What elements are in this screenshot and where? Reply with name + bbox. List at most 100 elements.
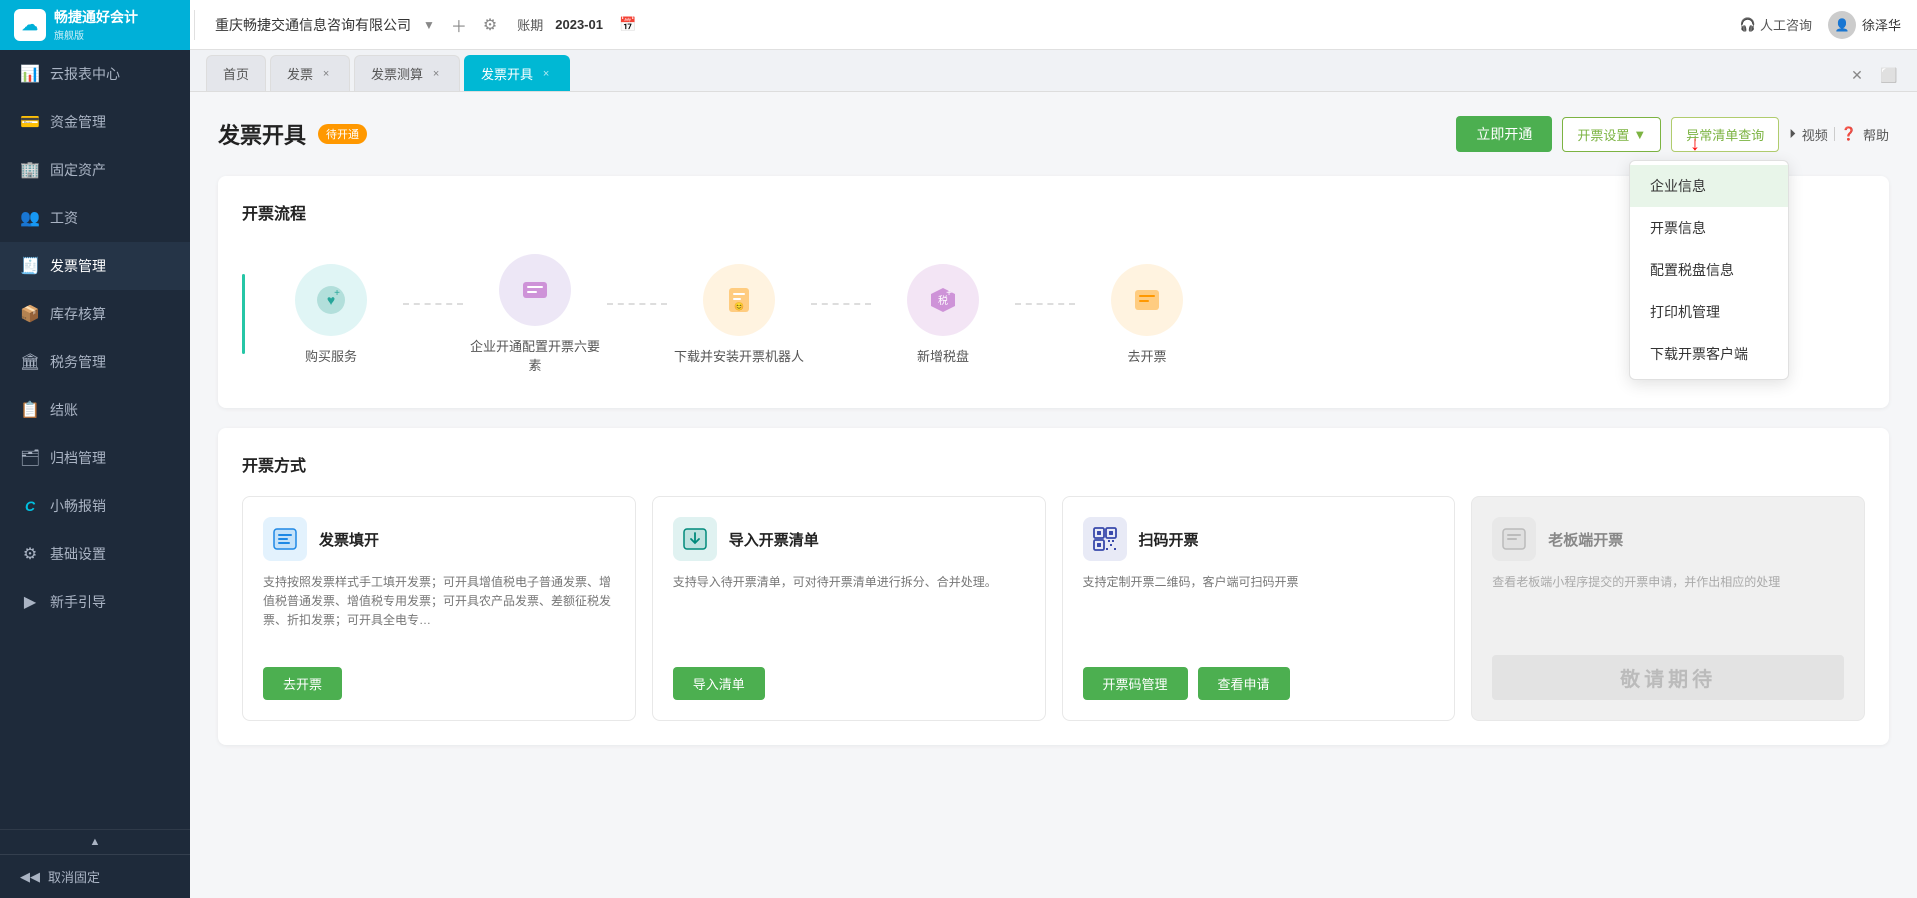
boss-overlay-text: 敬请期待 [1492,655,1844,700]
sidebar-bottom-cancel[interactable]: ◀◀ 取消固定 [0,854,190,898]
tab-home[interactable]: 首页 [206,55,266,91]
method-scan-btn2[interactable]: 查看申请 [1198,667,1290,700]
video-label: 视频 [1802,125,1828,144]
svg-text:+: + [946,288,952,299]
method-scan-btn1[interactable]: 开票码管理 [1083,667,1188,700]
red-arrow-indicator: ↓ [1690,133,1700,156]
dropdown-item-kaipiaoinfo[interactable]: 开票信息 [1630,207,1788,249]
flow-step-taxdisk-icon: 税 + [907,264,979,336]
sidebar-item-label: 税务管理 [50,352,106,372]
sidebar-item-guidang[interactable]: 🗂 归档管理 [0,434,190,482]
sidebar-item-label: 归档管理 [50,448,106,468]
flow-step-install-label: 下载并安装开票机器人 [674,346,804,365]
svg-text:+: + [334,288,340,299]
sidebar-item-label: 发票管理 [50,256,106,276]
tab-fapiaocesuan[interactable]: 发票测算 × [354,55,460,91]
settings-dropdown-menu: ↓ 企业信息 开票信息 配置税盘信息 [1629,160,1789,380]
divider [1834,127,1835,141]
flow-step-taxdisk: 税 + 新增税盘 [873,264,1013,365]
flow-step-config-icon [499,254,571,326]
shuiwu-icon: 🏛 [20,352,40,372]
maximize-window-btn[interactable]: ⬜ [1877,63,1901,87]
flow-step-invoice-label: 去开票 [1127,346,1166,365]
service-button[interactable]: 🎧 人工咨询 [1740,15,1812,34]
logo-sub: 旗舰版 [54,27,138,42]
period-label: 账期 [517,15,543,34]
sidebar-bottom-label: 取消固定 [48,867,100,886]
yunbao-icon: 📊 [20,64,40,84]
tab-fapiaokaiju[interactable]: 发票开具 × [464,55,570,91]
sidebar-item-label: 小畅报销 [50,496,106,516]
sidebar-item-gudingzichan[interactable]: 🏢 固定资产 [0,146,190,194]
tab-fapiao-close[interactable]: × [319,67,333,81]
user-info[interactable]: 👤 徐泽华 [1828,11,1901,39]
sidebar-item-label: 资金管理 [50,112,106,132]
method-card-import: 导入开票清单 支持导入待开票清单，可对待开票清单进行拆分、合并处理。 导入清单 [652,496,1046,721]
guidang-icon: 🗂 [20,448,40,468]
sidebar: 📊 云报表中心 💳 资金管理 🏢 固定资产 👥 工资 🧾 发票管理 [0,50,190,898]
headset-icon: 🎧 [1740,17,1756,33]
method-import-btn[interactable]: 导入清单 [673,667,765,700]
video-help-area[interactable]: ⏵ 视频 ❓ 帮助 [1789,125,1889,144]
method-import-title: 导入开票清单 [729,529,819,550]
gudingzichan-icon: 🏢 [20,160,40,180]
methods-grid: 发票填开 支持按照发票样式手工填开发票；可开具增值税电子普通发票、增值税普通发票… [242,496,1865,721]
sidebar-item-zijin[interactable]: 💳 资金管理 [0,98,190,146]
tab-fapiaokaiju-label: 发票开具 [481,64,533,83]
tab-fapiaocesuan-close[interactable]: × [429,67,443,81]
flow-arrow-2 [607,303,667,305]
tab-home-label: 首页 [223,64,249,83]
dropdown-item-xiazai[interactable]: 下载开票客户端 [1630,333,1788,375]
dropdown-item-dayinji[interactable]: 打印机管理 [1630,291,1788,333]
sidebar-item-yunbao[interactable]: 📊 云报表中心 [0,50,190,98]
sidebar-item-xinshou[interactable]: ▶ 新手引导 [0,578,190,626]
settings-button[interactable]: 开票设置 ▼ [1562,117,1661,152]
sidebar-item-kucun[interactable]: 📦 库存核算 [0,290,190,338]
abnormal-button[interactable]: 异常清单查询 [1671,117,1779,152]
dropdown-item-peizhi[interactable]: 配置税盘信息 [1630,249,1788,291]
sidebar-item-fapiao[interactable]: 🧾 发票管理 [0,242,190,290]
flow-steps: ♥ + 购买服务 [242,244,1865,384]
flow-step-buy-icon: ♥ + [295,264,367,336]
status-badge: 待开通 [318,124,367,144]
top-bar-right: 🎧 人工咨询 👤 徐泽华 [1740,11,1901,39]
page-header: 发票开具 待开通 立即开通 开票设置 ▼ 异常清单查询 ⏵ 视频 [218,116,1889,152]
jichushezhi-icon: ⚙ [20,544,40,564]
sidebar-item-label: 工资 [50,208,78,228]
flow-step-invoice: 去开票 [1077,264,1217,365]
sidebar-item-gongzi[interactable]: 👥 工资 [0,194,190,242]
user-name: 徐泽华 [1862,15,1901,34]
xinshou-icon: ▶ [20,592,40,612]
sidebar-item-label: 基础设置 [50,544,106,564]
flow-arrow-1 [403,303,463,305]
method-boss-title: 老板端开票 [1548,529,1623,550]
add-company-icon[interactable]: ＋ [451,13,467,37]
method-fill-btn[interactable]: 去开票 [263,667,342,700]
dropdown-item-qiye[interactable]: 企业信息 [1630,165,1788,207]
sidebar-item-jiezhang[interactable]: 📋 结账 [0,386,190,434]
settings-icon[interactable]: ⚙ [483,15,497,35]
flow-divider-line [242,274,245,354]
logo-text: 畅捷通好会计 [54,7,138,27]
activate-button[interactable]: 立即开通 [1456,116,1552,152]
fapiao-icon: 🧾 [20,256,40,276]
sidebar-item-jichushezhi[interactable]: ⚙ 基础设置 [0,530,190,578]
method-card-fill: 发票填开 支持按照发票样式手工填开发票；可开具增值税电子普通发票、增值税普通发票… [242,496,636,721]
calendar-icon[interactable]: 📅 [619,16,636,33]
sidebar-item-shuiwu[interactable]: 🏛 税务管理 [0,338,190,386]
method-boss-icon [1492,517,1536,561]
sidebar-item-label: 云报表中心 [50,64,120,84]
tab-fapiao[interactable]: 发票 × [270,55,350,91]
flow-arrow-3 [811,303,871,305]
tab-fapiaokaiju-close[interactable]: × [539,67,553,81]
tab-fapiao-label: 发票 [287,64,313,83]
top-bar: ☁ 畅捷通好会计 旗舰版 重庆畅捷交通信息咨询有限公司 ▼ ＋ ⚙ 账期 202… [0,0,1917,50]
close-window-btn[interactable]: ✕ [1845,63,1869,87]
method-scan-desc: 支持定制开票二维码，客户端可扫码开票 [1083,573,1435,653]
tab-bar: 首页 发票 × 发票测算 × 发票开具 × ✕ ⬜ [190,50,1917,92]
sidebar-item-xiaochang[interactable]: C 小畅报销 [0,482,190,530]
period-value: 2023-01 [555,17,603,32]
dropdown-icon[interactable]: ▼ [423,18,435,32]
flow-step-buy-label: 购买服务 [305,346,357,365]
tab-bar-right: ✕ ⬜ [1845,63,1901,91]
